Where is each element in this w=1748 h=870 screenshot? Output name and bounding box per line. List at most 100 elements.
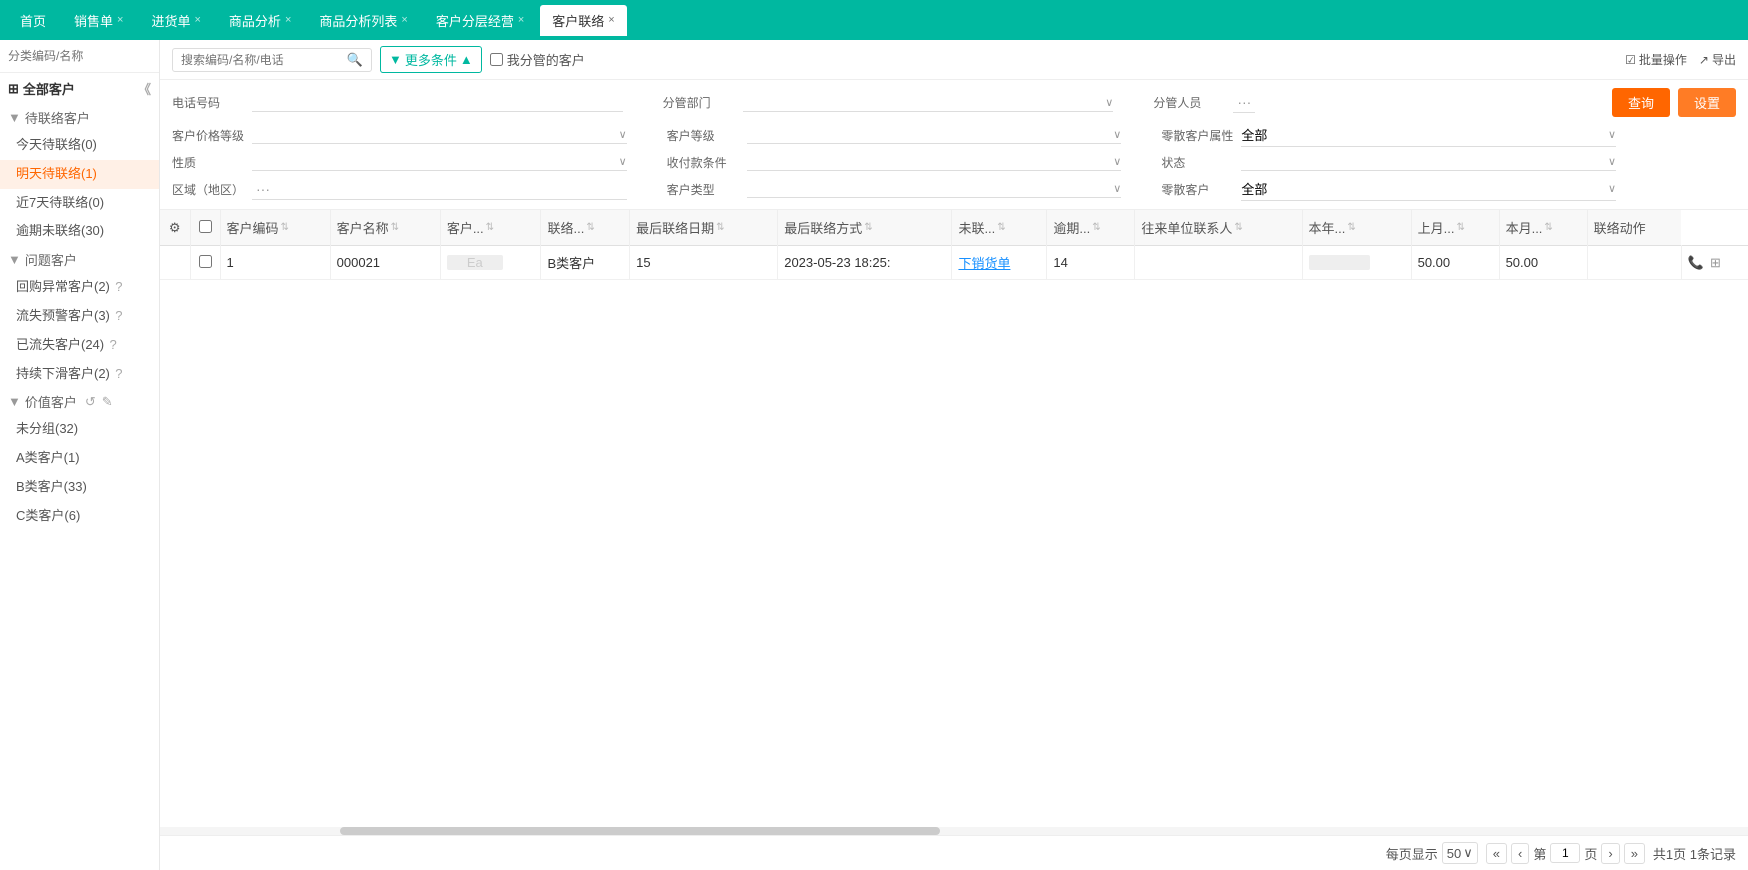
filter-select-payment[interactable]: ∨ [747, 153, 1122, 171]
settings-icon[interactable]: ⚙ [169, 220, 181, 235]
collapse-icon[interactable]: 《 [138, 79, 151, 98]
nav-sales-order[interactable]: 销售单 × [62, 5, 135, 36]
cell-type-0: B类客户 [541, 246, 630, 280]
sort-icon: ⇅ [1456, 222, 1464, 233]
filter-label-dept: 分管部门 [663, 94, 743, 111]
sidebar-group-value[interactable]: ▼ 价值客户 ↺ ✎ [0, 388, 159, 415]
filter-dots-region[interactable]: ··· [252, 179, 627, 200]
close-icon[interactable]: × [194, 14, 200, 26]
filter-select-retail-customer[interactable]: 全部 ∨ [1241, 177, 1616, 201]
sidebar-search-input[interactable] [8, 49, 160, 63]
sidebar-group-pending[interactable]: ▼ 待联络客户 [0, 104, 159, 131]
more-filters-button[interactable]: ▼ 更多条件 ▲ [380, 46, 482, 73]
sidebar-all-customers[interactable]: ⊞ 全部客户 《 [0, 73, 159, 104]
page-number-input[interactable] [1550, 843, 1580, 863]
filter-label-retail-customer: 零散客户 [1161, 181, 1241, 198]
nav-customer-tier[interactable]: 客户分层经营 × [424, 5, 536, 36]
horizontal-scrollbar[interactable] [160, 827, 1748, 835]
search-icon[interactable]: 🔍 [347, 52, 363, 68]
close-icon[interactable]: × [608, 14, 614, 26]
chevron-down-icon: ∨ [619, 128, 627, 141]
reset-button[interactable]: 设置 [1678, 88, 1736, 117]
sort-icon: ⇅ [716, 222, 724, 233]
sidebar-item-ungrouped[interactable]: 未分组(32) [0, 415, 159, 444]
th-last-month: 上月... ⇅ [1411, 210, 1499, 246]
next-page-button[interactable]: › [1601, 843, 1619, 864]
th-code: 客户编码 ⇅ [220, 210, 330, 246]
th-settings[interactable]: ⚙ [160, 210, 190, 246]
page-size-selector: 每页显示 50 ∨ [1386, 842, 1478, 864]
sidebar-item-today[interactable]: 今天待联络(0) [0, 131, 159, 160]
filter-label-phone: 电话号码 [172, 94, 252, 111]
nav-purchase-order[interactable]: 进货单 × [139, 5, 212, 36]
refresh-icon[interactable]: ↺ [85, 394, 96, 410]
th-last-contact-method: 最后联络方式 ⇅ [778, 210, 952, 246]
close-icon[interactable]: × [285, 14, 291, 26]
cell-last-method-0[interactable]: 下销货单 [952, 246, 1047, 280]
sidebar-item-abnormal[interactable]: 回购异常客户(2) ? [0, 273, 159, 302]
chevron-down-icon: ∨ [1113, 182, 1121, 195]
sidebar-item-class-a[interactable]: A类客户(1) [0, 444, 159, 473]
filter-cell-price-level: 客户价格等级 ∨ [172, 126, 627, 144]
content-area: 🔍 ▼ 更多条件 ▲ 我分管的客户 ☑ 批量操作 ↗ 导出 [160, 40, 1748, 870]
filter-input-phone[interactable] [252, 93, 623, 112]
cell-contacts-0: 15 [630, 246, 778, 280]
close-icon[interactable]: × [401, 14, 407, 26]
filter-cell-status: 状态 ∨ [1161, 153, 1616, 171]
filter-label-status: 状态 [1161, 154, 1241, 171]
th-overdue: 逾期... ⇅ [1047, 210, 1135, 246]
filter-select-retail-attr[interactable]: 全部 ∨ [1241, 123, 1616, 147]
sort-icon: ⇅ [281, 222, 289, 233]
sidebar-item-class-c[interactable]: C类客户(6) [0, 502, 159, 531]
first-page-button[interactable]: « [1486, 843, 1507, 864]
scrollbar-thumb[interactable] [340, 827, 940, 835]
prev-page-button[interactable]: ‹ [1511, 843, 1529, 864]
filter-select-price-level[interactable]: ∨ [252, 126, 627, 144]
chevron-down-icon: ▼ [8, 394, 21, 409]
sidebar-group-problem[interactable]: ▼ 问题客户 [0, 246, 159, 273]
filter-select-dept[interactable]: ∨ [743, 94, 1114, 112]
export-icon: ↗ [1699, 53, 1709, 67]
batch-operation-button[interactable]: ☑ 批量操作 [1625, 51, 1687, 68]
nav-product-analysis-list[interactable]: 商品分析列表 × [307, 5, 419, 36]
sidebar-item-churned[interactable]: 已流失客户(24) ? [0, 331, 159, 360]
sidebar-item-churn-warning[interactable]: 流失预警客户(3) ? [0, 302, 159, 331]
cell-this-month-0 [1587, 246, 1681, 280]
sidebar-item-declining[interactable]: 持续下滑客户(2) ? [0, 360, 159, 389]
edit-icon[interactable]: ✎ [102, 394, 113, 410]
sidebar-item-7days[interactable]: 近7天待联络(0) [0, 189, 159, 218]
my-customers-checkbox[interactable]: 我分管的客户 [490, 50, 585, 69]
filter-row-2: 客户价格等级 ∨ 客户等级 ∨ 零散客户属性 全部 [172, 123, 1736, 147]
phone-action-icon[interactable]: 📞 [1688, 255, 1704, 271]
my-customers-check-input[interactable] [490, 53, 503, 66]
th-this-year: 本年... ⇅ [1302, 210, 1411, 246]
chevron-down-icon: ∨ [1608, 128, 1616, 141]
page-size-dropdown[interactable]: 50 ∨ [1442, 842, 1478, 864]
filter-select-status[interactable]: ∨ [1241, 153, 1616, 171]
sidebar-item-tomorrow[interactable]: 明天待联络(1) [0, 160, 159, 189]
row-checkbox-0[interactable] [190, 246, 220, 280]
filter-select-nature[interactable]: ∨ [252, 153, 627, 171]
th-action: 联络动作 [1587, 210, 1681, 246]
last-page-button[interactable]: » [1624, 843, 1645, 864]
nav-home[interactable]: 首页 [8, 5, 58, 36]
grid-action-icon[interactable]: ⊞ [1710, 255, 1721, 271]
nav-product-analysis[interactable]: 商品分析 × [217, 5, 303, 36]
query-button[interactable]: 查询 [1612, 88, 1670, 117]
sidebar-item-class-b[interactable]: B类客户(33) [0, 473, 159, 502]
filter-select-customer-level[interactable]: ∨ [747, 126, 1122, 144]
export-button[interactable]: ↗ 导出 [1699, 51, 1736, 68]
filter-dots-person[interactable]: ··· [1233, 92, 1255, 113]
filter-label-customer-type: 客户类型 [667, 181, 747, 198]
nav-customer-contact[interactable]: 客户联络 × [540, 5, 626, 36]
th-unit-contact: 往来单位联系人 ⇅ [1135, 210, 1302, 246]
close-icon[interactable]: × [518, 14, 524, 26]
th-name: 客户名称 ⇅ [330, 210, 440, 246]
filter-select-customer-type[interactable]: ∨ [747, 180, 1122, 198]
sidebar-item-overdue[interactable]: 逾期未联络(30) [0, 217, 159, 246]
th-checkbox[interactable] [190, 210, 220, 246]
cell-this-year-0: 50.00 [1411, 246, 1499, 280]
close-icon[interactable]: × [117, 14, 123, 26]
search-input[interactable] [181, 53, 343, 67]
select-all-checkbox[interactable] [199, 220, 212, 233]
